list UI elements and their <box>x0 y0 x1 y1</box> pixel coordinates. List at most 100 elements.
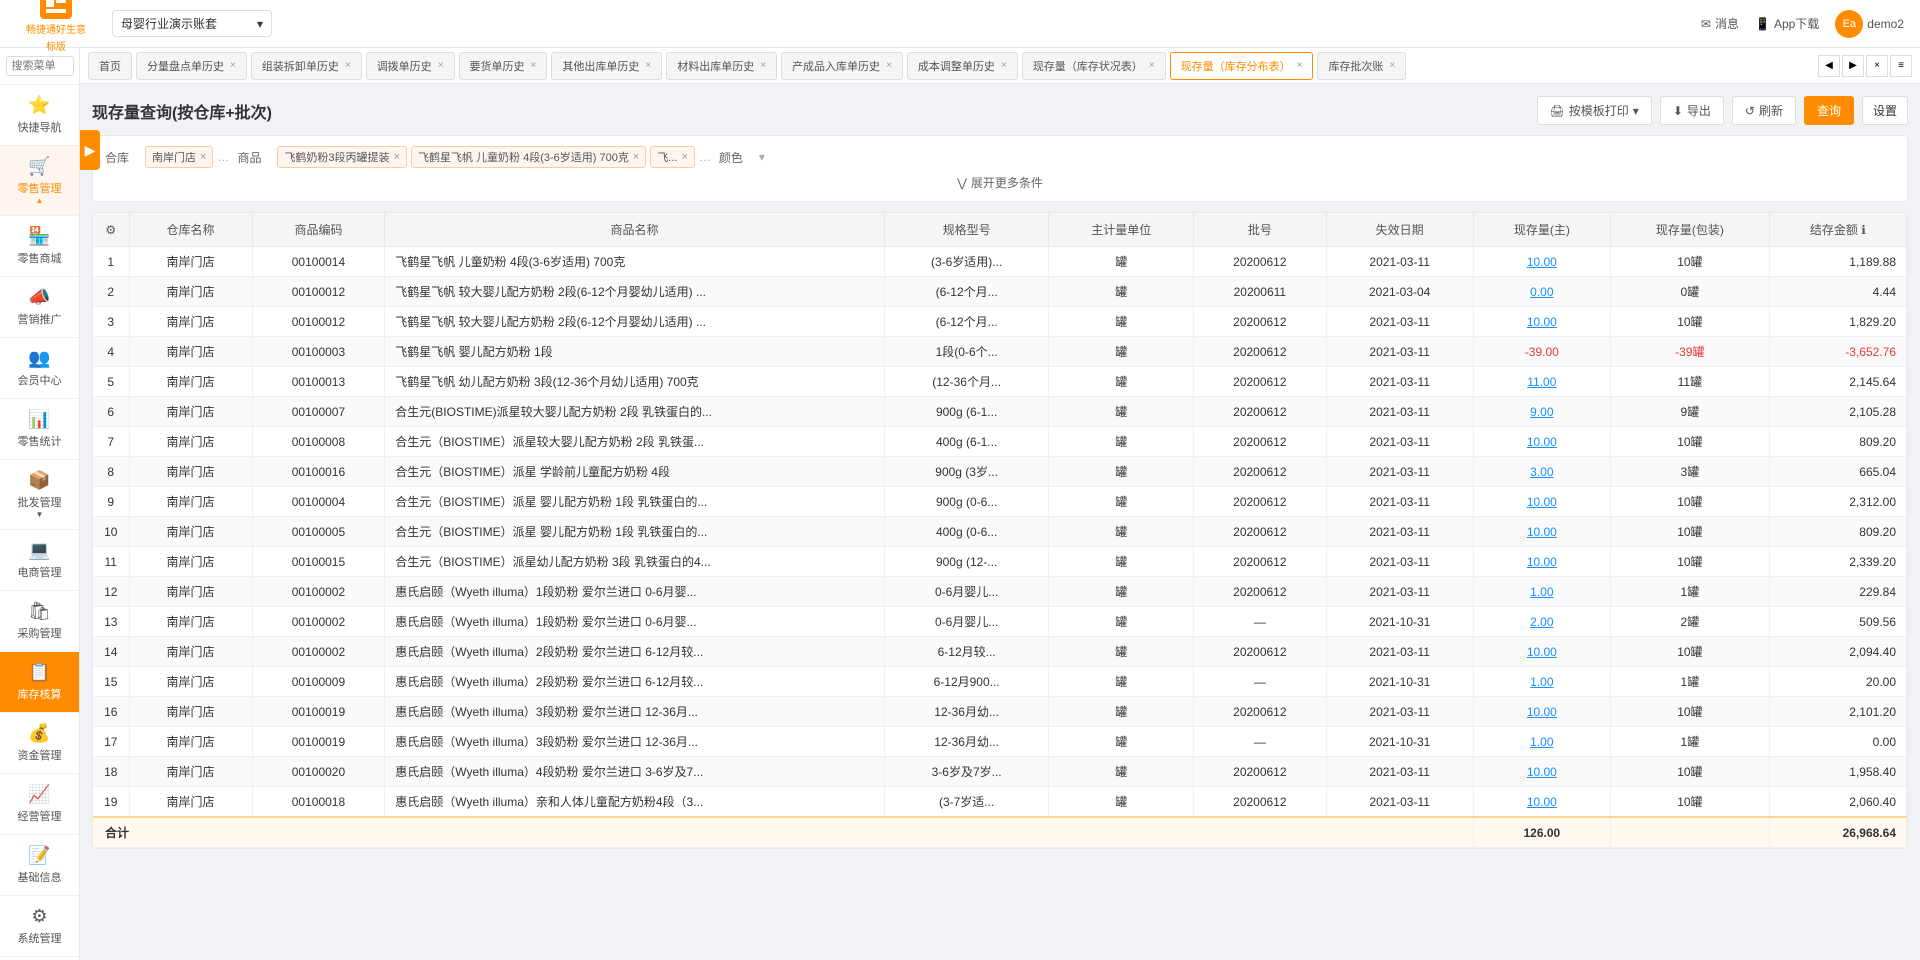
sidebar-item-inventory[interactable]: 📋 库存核算 <box>0 652 79 713</box>
sidebar-item-wholesale-label: 批发管理 <box>18 494 62 510</box>
row-qty-main[interactable]: 11.00 <box>1473 367 1610 397</box>
row-qty-main[interactable]: 10.00 <box>1473 697 1610 727</box>
user-area[interactable]: Ea demo2 <box>1835 10 1904 38</box>
company-select[interactable]: 母婴行业演示账套 ▾ <box>112 10 272 37</box>
row-qty-pkg: 0罐 <box>1611 277 1770 307</box>
sidebar-item-ecommerce[interactable]: 💻 电商管理 <box>0 530 79 591</box>
product-tag-1-close-icon[interactable]: × <box>394 151 400 163</box>
tab-order-history[interactable]: 要货单历史 × <box>459 52 548 80</box>
row-qty-pkg: 10罐 <box>1611 517 1770 547</box>
row-qty-main[interactable]: 10.00 <box>1473 427 1610 457</box>
expand-more-btn[interactable]: ⋁ 展开更多条件 <box>105 174 1895 191</box>
app-download-btn[interactable]: 📱 App下载 <box>1755 15 1819 32</box>
filter-color: 颜色 ▾ <box>719 149 765 166</box>
tab-other-out[interactable]: 其他出库单历史 × <box>551 52 662 80</box>
tab-batch-account-close-icon[interactable]: × <box>1389 60 1395 71</box>
retail-mgmt-icon: 🛒 <box>28 156 50 177</box>
logo-sub: 标版 <box>46 38 66 53</box>
sidebar-quick-nav[interactable]: ⭐ 快捷导航 <box>0 85 79 146</box>
product-tag-2-close-icon[interactable]: × <box>633 151 639 163</box>
tab-stock-dist[interactable]: 现存量（库存分布表） × <box>1170 52 1314 80</box>
tab-material-out-close-icon[interactable]: × <box>760 60 766 71</box>
query-btn[interactable]: 查询 <box>1804 96 1854 125</box>
row-no: 13 <box>93 607 129 637</box>
tab-assemble-history[interactable]: 组装拆卸单历史 × <box>251 52 362 80</box>
row-qty-main[interactable]: 2.00 <box>1473 607 1610 637</box>
tab-close-btn[interactable]: × <box>1866 55 1888 77</box>
tab-batch-account[interactable]: 库存批次账 × <box>1317 52 1406 80</box>
sidebar-item-ops[interactable]: 📈 经营管理 <box>0 774 79 835</box>
tab-cost-adjust-close-icon[interactable]: × <box>1001 60 1007 71</box>
expand-left-btn[interactable]: ▶ <box>80 130 100 170</box>
tab-cost-adjust[interactable]: 成本调整单历史 × <box>907 52 1018 80</box>
tab-split-close-icon[interactable]: × <box>230 60 236 71</box>
sidebar-item-wholesale[interactable]: 📦 批发管理 ▼ <box>0 460 79 530</box>
tab-next-btn[interactable]: ▶ <box>1842 55 1864 77</box>
marketing-icon: 📣 <box>28 287 50 308</box>
tab-split-history[interactable]: 分量盘点单历史 × <box>136 52 247 80</box>
sidebar-item-purchase[interactable]: 🛍 采购管理 <box>0 591 79 652</box>
row-qty-main[interactable]: 1.00 <box>1473 667 1610 697</box>
tab-product-in-close-icon[interactable]: × <box>886 60 892 71</box>
message-btn[interactable]: ✉ 消息 <box>1701 15 1739 32</box>
search-input[interactable] <box>6 56 74 76</box>
product-filter-label: 商品 <box>237 149 273 166</box>
table-row: 5 南岸门店 00100013 飞鹤星飞帆 幼儿配方奶粉 3段(12-36个月幼… <box>93 367 1907 397</box>
row-batch: 20200612 <box>1194 397 1327 427</box>
row-qty-main[interactable]: 10.00 <box>1473 247 1610 277</box>
row-qty-main[interactable]: 0.00 <box>1473 277 1610 307</box>
col-settings-icon[interactable]: ⚙ <box>93 213 129 247</box>
sidebar-item-basic[interactable]: 📝 基础信息 <box>0 835 79 896</box>
export-btn[interactable]: ⬇ 导出 <box>1660 96 1724 125</box>
row-qty-main[interactable]: 10.00 <box>1473 637 1610 667</box>
row-qty-main[interactable]: 9.00 <box>1473 397 1610 427</box>
sidebar-item-member[interactable]: 👥 会员中心 <box>0 338 79 399</box>
tab-transfer-close-icon[interactable]: × <box>438 60 444 71</box>
sidebar-item-finance[interactable]: 💰 资金管理 <box>0 713 79 774</box>
tab-home[interactable]: 首页 <box>88 52 132 80</box>
row-qty-main[interactable]: 10.00 <box>1473 517 1610 547</box>
product-tag-3-close-icon[interactable]: × <box>681 151 687 163</box>
row-no: 7 <box>93 427 129 457</box>
sidebar-item-retail-mgmt[interactable]: 🛒 零售管理 ▲ <box>0 146 79 216</box>
row-unit: 罐 <box>1049 367 1194 397</box>
sidebar-item-retail-stats[interactable]: 📊 零售统计 <box>0 399 79 460</box>
settings-btn[interactable]: 设置 <box>1862 96 1908 125</box>
sidebar-item-marketing-label: 营销推广 <box>18 311 62 327</box>
print-btn[interactable]: 🖨 按模板打印 ▾ <box>1537 96 1652 125</box>
tab-stock-status-close-icon[interactable]: × <box>1149 60 1155 71</box>
sidebar-item-system[interactable]: ⚙ 系统管理 <box>0 896 79 957</box>
row-qty-main[interactable]: 10.00 <box>1473 787 1610 818</box>
tab-menu-btn[interactable]: ≡ <box>1890 55 1912 77</box>
row-qty-main[interactable]: 3.00 <box>1473 457 1610 487</box>
sidebar-item-retail-store[interactable]: 🏪 零售商城 <box>0 216 79 277</box>
tab-transfer-history[interactable]: 调拨单历史 × <box>366 52 455 80</box>
tab-stock-dist-close-icon[interactable]: × <box>1297 60 1303 71</box>
row-qty-main[interactable]: -39.00 <box>1473 337 1610 367</box>
row-code: 00100012 <box>252 277 385 307</box>
tab-split-history-label: 分量盘点单历史 <box>147 58 224 74</box>
tab-product-in[interactable]: 产成品入库单历史 × <box>781 52 903 80</box>
row-qty-main[interactable]: 1.00 <box>1473 727 1610 757</box>
row-qty-main[interactable]: 10.00 <box>1473 547 1610 577</box>
row-expire: 2021-10-31 <box>1326 667 1473 697</box>
sidebar-item-marketing[interactable]: 📣 营销推广 <box>0 277 79 338</box>
table-row: 15 南岸门店 00100009 惠氏启颐（Wyeth illuma）2段奶粉 … <box>93 667 1907 697</box>
row-qty-main[interactable]: 10.00 <box>1473 307 1610 337</box>
product-more-icon[interactable]: … <box>699 150 711 164</box>
tab-prev-btn[interactable]: ◀ <box>1818 55 1840 77</box>
tab-stock-status[interactable]: 现存量（库存状况表） × <box>1022 52 1166 80</box>
warehouse-more-icon[interactable]: … <box>217 150 229 164</box>
tab-other-out-close-icon[interactable]: × <box>645 60 651 71</box>
refresh-btn[interactable]: ↺ 刷新 <box>1732 96 1796 125</box>
row-unit: 罐 <box>1049 577 1194 607</box>
tab-order-close-icon[interactable]: × <box>531 60 537 71</box>
row-qty-main[interactable]: 10.00 <box>1473 757 1610 787</box>
row-batch: 20200612 <box>1194 787 1327 818</box>
row-qty-main[interactable]: 1.00 <box>1473 577 1610 607</box>
sidebar-search-area <box>0 48 79 85</box>
tab-material-out[interactable]: 材料出库单历史 × <box>666 52 777 80</box>
tab-assemble-close-icon[interactable]: × <box>345 60 351 71</box>
warehouse-tag-close-icon[interactable]: × <box>200 151 206 163</box>
row-qty-main[interactable]: 10.00 <box>1473 487 1610 517</box>
